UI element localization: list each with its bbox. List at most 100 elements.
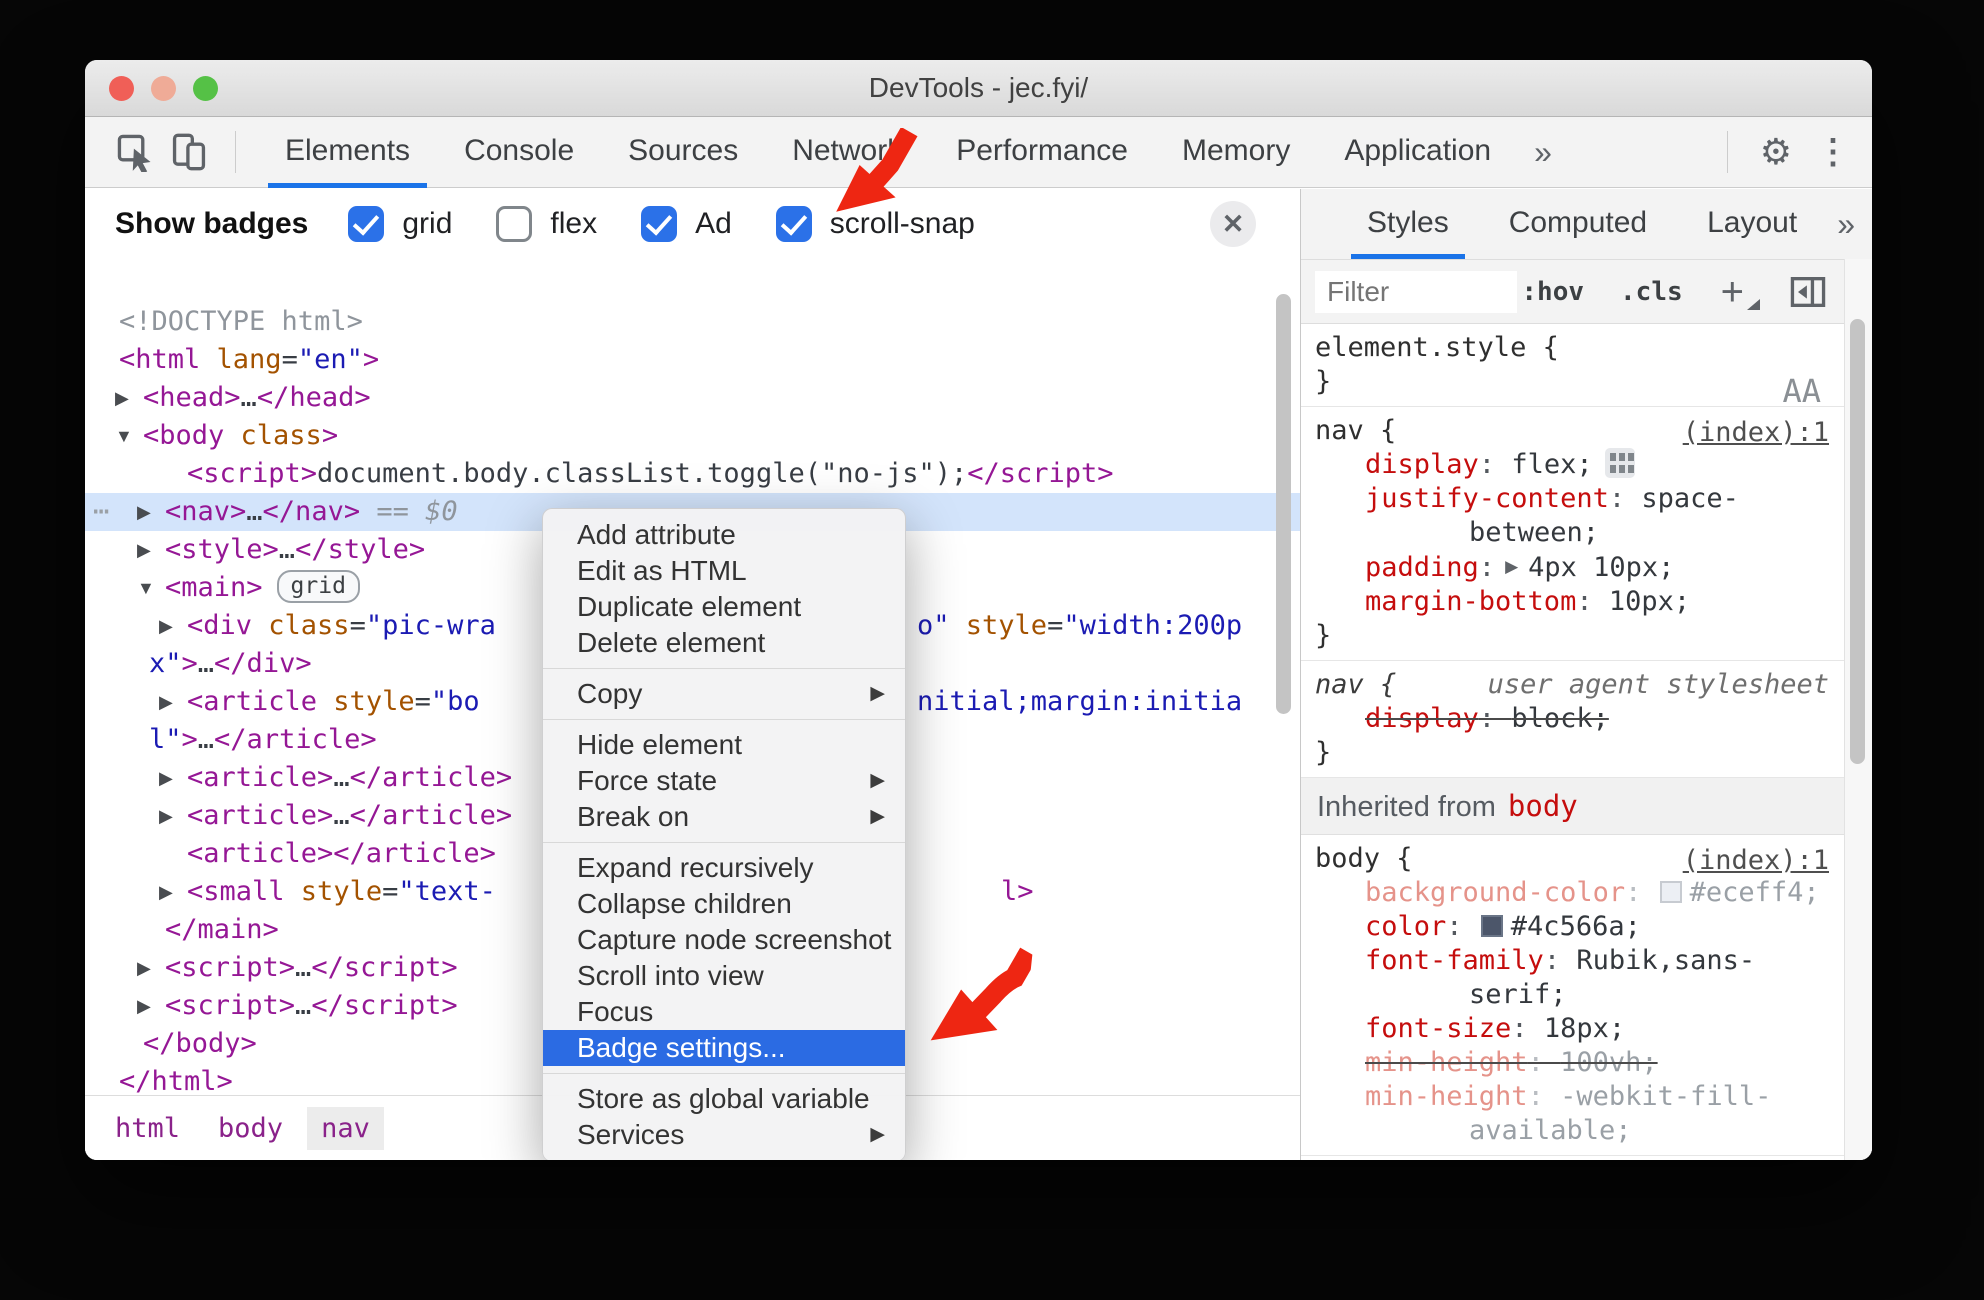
breadcrumb-nav[interactable]: nav — [307, 1106, 384, 1150]
stylesheet-source-link[interactable]: (index):1 — [1683, 845, 1829, 876]
chevron-right-icon[interactable]: ▶ — [159, 873, 173, 911]
css-declaration[interactable]: display: flex; — [1301, 448, 1845, 482]
tab-elements[interactable]: Elements — [258, 117, 437, 188]
css-declaration[interactable]: font-family: Rubik,sans- — [1301, 944, 1845, 978]
menu-item-hide-element[interactable]: Hide element — [543, 727, 905, 763]
toggle-element-state-button[interactable]: :hov — [1521, 277, 1584, 307]
css-declaration[interactable]: font-size: 18px; — [1301, 1012, 1845, 1046]
css-declaration[interactable]: display: block; — [1301, 702, 1845, 736]
tab-application[interactable]: Application — [1317, 117, 1518, 188]
dom-node-row[interactable]: ▼ <body class> — [85, 417, 1300, 455]
css-declaration[interactable]: color: #4c566a; — [1301, 910, 1845, 944]
css-declaration[interactable]: } — [1301, 619, 1845, 653]
css-declaration[interactable]: user agent stylesheet nav { — [1301, 668, 1845, 702]
checkbox-checked-icon[interactable] — [641, 206, 678, 242]
css-declaration[interactable]: justify-content: space- — [1301, 482, 1845, 516]
dock-sidebar-icon[interactable] — [1788, 272, 1828, 312]
breadcrumb-html[interactable]: html — [113, 1107, 182, 1150]
minimize-window-button[interactable] — [151, 76, 176, 101]
tab-console[interactable]: Console — [437, 117, 601, 188]
menu-item-capture-node-screenshot[interactable]: Capture node screenshot — [543, 922, 905, 958]
panel-divider[interactable] — [1300, 189, 1301, 1160]
badge-toggle-grid[interactable]: grid — [348, 206, 452, 242]
tab-styles[interactable]: Styles — [1337, 189, 1479, 259]
menu-item-copy[interactable]: Copy ▶ — [543, 676, 905, 712]
inherited-node-link[interactable]: body — [1508, 789, 1578, 823]
color-swatch[interactable] — [1659, 881, 1682, 903]
css-declaration[interactable]: } — [1301, 736, 1845, 770]
menu-item-collapse-children[interactable]: Collapse children — [543, 886, 905, 922]
zoom-window-button[interactable] — [193, 76, 218, 101]
css-declaration[interactable]: between; — [1301, 516, 1845, 550]
menu-item-force-state[interactable]: Force state ▶ — [543, 763, 905, 799]
close-toolbar-button[interactable]: ✕ — [1210, 201, 1256, 247]
chevron-right-icon[interactable]: ▶ — [159, 759, 173, 797]
dom-node-row[interactable]: <script>document.body.classList.toggle("… — [85, 455, 1300, 493]
chevron-right-icon[interactable]: ▶ — [159, 797, 173, 835]
chevron-down-icon[interactable]: ▼ — [137, 569, 155, 607]
tab-computed[interactable]: Computed — [1479, 189, 1677, 259]
chevron-right-icon[interactable]: ▶ — [159, 683, 173, 721]
css-declaration[interactable]: padding: ▶ 4px 10px; — [1301, 550, 1845, 585]
chevron-down-icon[interactable]: ▼ — [115, 417, 133, 455]
close-window-button[interactable] — [109, 76, 134, 101]
dom-node-row[interactable]: ▶ <head>…</head> — [85, 379, 1300, 417]
chevron-right-icon[interactable]: ▶ — [137, 531, 151, 569]
dom-node-row[interactable]: <html lang="en"> — [85, 341, 1300, 379]
tab-performance[interactable]: Performance — [929, 117, 1155, 188]
css-declaration[interactable]: min-height: 100vh; — [1301, 1046, 1845, 1080]
more-sidebar-tabs-button[interactable]: » — [1827, 191, 1865, 258]
css-declaration[interactable]: available; — [1301, 1114, 1845, 1148]
new-style-rule-button[interactable]: + — [1721, 272, 1761, 312]
menu-item-duplicate-element[interactable]: Duplicate element — [543, 589, 905, 625]
menu-item-services[interactable]: Services ▶ — [543, 1117, 905, 1153]
device-toolbar-icon[interactable] — [167, 130, 211, 174]
elements-scrollbar-thumb[interactable] — [1276, 294, 1291, 714]
checkbox-checked-icon[interactable] — [348, 206, 385, 242]
badge-toggle-ad[interactable]: Ad — [641, 206, 732, 242]
chevron-right-icon[interactable]: ▶ — [137, 987, 151, 1025]
more-tabs-button[interactable]: » — [1518, 118, 1568, 186]
css-declaration[interactable]: serif; — [1301, 978, 1845, 1012]
menu-item-scroll-into-view[interactable]: Scroll into view — [543, 958, 905, 994]
color-swatch[interactable] — [1480, 915, 1503, 937]
more-options-kebab-icon[interactable]: ⋮ — [1810, 132, 1872, 172]
grid-badge[interactable]: grid — [276, 570, 360, 603]
menu-item-expand-recursively[interactable]: Expand recursively — [543, 850, 905, 886]
styles-scrollbar-thumb[interactable] — [1850, 319, 1865, 764]
font-size-toggle-icon[interactable]: AA — [1782, 372, 1821, 410]
flex-editor-icon[interactable] — [1604, 448, 1635, 478]
menu-item-edit-as-html[interactable]: Edit as HTML — [543, 553, 905, 589]
styles-scrollbar[interactable] — [1844, 259, 1872, 1160]
tab-layout[interactable]: Layout — [1677, 189, 1827, 259]
chevron-right-icon[interactable]: ▶ — [159, 607, 173, 645]
breadcrumb-body[interactable]: body — [216, 1107, 285, 1150]
tab-sources[interactable]: Sources — [601, 117, 765, 188]
settings-gear-icon[interactable]: ⚙ — [1742, 131, 1810, 173]
menu-item-break-on[interactable]: Break on ▶ — [543, 799, 905, 835]
element-classes-button[interactable]: .cls — [1620, 277, 1683, 307]
chevron-right-icon[interactable]: ▶ — [137, 949, 151, 987]
checkbox-checked-icon[interactable] — [775, 206, 812, 242]
chevron-right-icon[interactable]: ▶ — [137, 493, 151, 531]
badge-toggle-flex[interactable]: flex — [496, 206, 597, 242]
stylesheet-source-link[interactable]: (index):1 — [1683, 417, 1829, 448]
tab-memory[interactable]: Memory — [1155, 117, 1317, 188]
css-declaration[interactable]: element.style { — [1301, 331, 1845, 365]
css-declaration[interactable]: } — [1301, 365, 1845, 399]
menu-item-store-as-global-variable[interactable]: Store as global variable — [543, 1081, 905, 1117]
css-declaration[interactable]: margin-bottom: 10px; — [1301, 585, 1845, 619]
node-overflow-dots-icon[interactable]: ⋯ — [93, 493, 109, 531]
menu-item-badge-settings[interactable]: Badge settings... — [543, 1030, 905, 1066]
dom-node-row[interactable]: <!DOCTYPE html> — [85, 303, 1300, 341]
styles-filter-input[interactable] — [1315, 270, 1517, 313]
menu-item-focus[interactable]: Focus — [543, 994, 905, 1030]
css-declaration[interactable]: background-color: #eceff4; — [1301, 876, 1845, 910]
menu-item-delete-element[interactable]: Delete element — [543, 625, 905, 661]
inspect-element-icon[interactable] — [113, 130, 157, 174]
css-declaration[interactable]: min-height: -webkit-fill- — [1301, 1080, 1845, 1114]
checkbox-unchecked-icon[interactable] — [496, 206, 533, 242]
menu-item-add-attribute[interactable]: Add attribute — [543, 517, 905, 553]
chevron-right-icon[interactable]: ▶ — [115, 379, 129, 417]
code-token: available; — [1469, 1115, 1632, 1146]
